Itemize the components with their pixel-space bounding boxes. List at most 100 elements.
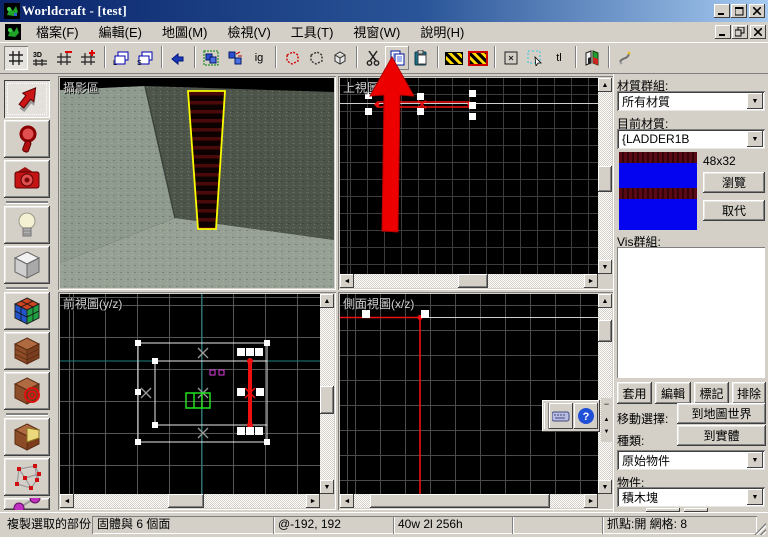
- vertex-tool-button[interactable]: [4, 458, 50, 496]
- chevron-down-icon[interactable]: ▼: [747, 131, 763, 147]
- ignore-groups-button[interactable]: ig: [247, 46, 271, 70]
- maximize-button[interactable]: [731, 4, 747, 18]
- current-texture-value: {LADDER1B: [622, 132, 690, 146]
- toggle-select-handles-button[interactable]: [499, 46, 523, 70]
- viewport-front-label: 前視圖(y/z): [63, 297, 123, 311]
- status-empty-pane: [512, 516, 604, 534]
- texture-group-combo[interactable]: 所有材質 ▼: [617, 91, 765, 111]
- decal-tool-button[interactable]: [4, 372, 50, 410]
- mdi-restore-button[interactable]: [732, 25, 748, 39]
- browse-button[interactable]: 瀏覽: [703, 172, 765, 193]
- menu-map[interactable]: 地圖(M): [152, 20, 218, 44]
- viewport-front[interactable]: 前視圖(y/z) ▲ ▼ ◄ ►: [58, 292, 336, 510]
- scroll-down-icon: ▼: [598, 260, 612, 274]
- to-world-button[interactable]: 到地圖世界: [677, 403, 766, 424]
- vis-edit-button[interactable]: 編輯: [655, 382, 691, 404]
- vis-exclude-button[interactable]: 排除: [732, 382, 766, 404]
- scroll-left-icon: ◄: [60, 494, 74, 508]
- scroll-left-icon: ◄: [340, 274, 354, 288]
- mdi-close-button[interactable]: [750, 25, 766, 39]
- context-help-button[interactable]: ?: [574, 403, 598, 429]
- top-view-vscroll[interactable]: ▲ ▼: [598, 78, 612, 274]
- selection-tool-button[interactable]: [4, 80, 50, 118]
- to-entity-button[interactable]: 到實體: [677, 425, 766, 446]
- resize-grip[interactable]: [754, 523, 766, 535]
- paste-button[interactable]: [409, 46, 433, 70]
- mdi-minimize-button[interactable]: [715, 25, 731, 39]
- top-view-hscroll[interactable]: ◄ ►: [340, 274, 598, 288]
- flip-faces-button[interactable]: [580, 46, 604, 70]
- chevron-down-icon[interactable]: ▼: [747, 452, 763, 468]
- scroll-up-icon: ▲: [598, 78, 612, 92]
- copy-button[interactable]: [385, 46, 409, 70]
- menu-view[interactable]: 檢視(V): [217, 20, 280, 44]
- group-button[interactable]: [199, 46, 223, 70]
- texture-size-label: 48x32: [703, 154, 736, 168]
- copy-icon: [390, 50, 405, 66]
- magnify-tool-button[interactable]: [4, 120, 50, 158]
- close-button[interactable]: [749, 4, 765, 18]
- texture-lock-button[interactable]: tl: [547, 46, 571, 70]
- grid-minus-icon: [57, 51, 72, 65]
- load-window-state-button[interactable]: L: [109, 46, 133, 70]
- front-view-vscroll[interactable]: ▲ ▼: [320, 294, 334, 494]
- magic-wand-icon: [619, 51, 631, 65]
- camera-tool-button[interactable]: [4, 160, 50, 198]
- chevron-down-icon[interactable]: ▼: [747, 489, 763, 505]
- menu-window[interactable]: 視窗(W): [343, 20, 410, 44]
- chevron-down-icon[interactable]: ▼: [747, 93, 763, 109]
- vis-groups-listbox[interactable]: [617, 247, 765, 378]
- front-view-hscroll[interactable]: ◄ ►: [60, 494, 320, 508]
- menu-tools[interactable]: 工具(T): [281, 20, 344, 44]
- title-bar[interactable]: Worldcraft - [test]: [0, 0, 768, 22]
- entity-tool-button[interactable]: [4, 206, 50, 244]
- viewport-camera[interactable]: 攝影區: [58, 76, 336, 290]
- clipping-tool-button[interactable]: [4, 418, 50, 456]
- unhide-all-button[interactable]: [328, 46, 352, 70]
- magenta-marker: [209, 369, 216, 376]
- object-combo[interactable]: 積木塊 ▼: [617, 487, 765, 507]
- vis-mark-button[interactable]: 標記: [694, 382, 729, 404]
- side-view-hscroll[interactable]: ◄ ►: [340, 494, 598, 508]
- scroll-up-icon: ▲: [598, 294, 612, 308]
- toggle-3d-grid-button[interactable]: 3D: [28, 46, 52, 70]
- menu-file[interactable]: 檔案(F): [26, 20, 89, 44]
- texture-application-tool-button[interactable]: [4, 292, 50, 330]
- auto-selection-button[interactable]: [523, 46, 547, 70]
- edit-cordon-button[interactable]: [466, 46, 490, 70]
- ungroup-button[interactable]: [223, 46, 247, 70]
- keyboard-shortcuts-button[interactable]: [549, 403, 573, 429]
- smaller-grid-button[interactable]: [52, 46, 76, 70]
- menu-edit[interactable]: 編輯(E): [89, 20, 152, 44]
- apply-texture-tool-button[interactable]: [4, 332, 50, 370]
- undo-button[interactable]: [166, 46, 190, 70]
- vis-apply-button[interactable]: 套用: [617, 382, 652, 404]
- block-tool-button[interactable]: [4, 246, 50, 284]
- toggle-cordon-button[interactable]: [442, 46, 466, 70]
- larger-grid-button[interactable]: [76, 46, 100, 70]
- menu-bar: 檔案(F) 編輯(E) 地圖(M) 檢視(V) 工具(T) 視窗(W) 說明(H…: [0, 22, 768, 42]
- tiny-scroll-down-icon[interactable]: ▼: [601, 426, 612, 437]
- move-selection-label: 移動選擇:: [617, 412, 669, 426]
- toggle-grid-button[interactable]: [4, 46, 28, 70]
- viewport-camera-label: 攝影區: [63, 81, 100, 95]
- hide-unselected-button[interactable]: [304, 46, 328, 70]
- collapse-button[interactable]: −: [601, 398, 612, 409]
- tiny-scroll-up-icon[interactable]: ▲: [601, 414, 612, 425]
- options-button[interactable]: [613, 46, 637, 70]
- menu-help[interactable]: 說明(H): [410, 20, 474, 44]
- hide-selected-button[interactable]: [280, 46, 304, 70]
- path-tool-button[interactable]: [4, 498, 50, 510]
- save-window-state-button[interactable]: S: [133, 46, 157, 70]
- replace-button[interactable]: 取代: [703, 200, 765, 221]
- category-combo[interactable]: 原始物件 ▼: [617, 450, 765, 470]
- minimize-button[interactable]: [714, 4, 730, 18]
- side-view-vscroll[interactable]: ▲ ▼: [598, 294, 612, 494]
- grid-plus-icon: [81, 50, 95, 65]
- viewport-top[interactable]: 上視圖(x/y) ▲ ▼ ◄ ►: [338, 76, 614, 290]
- cut-button[interactable]: [361, 46, 385, 70]
- current-texture-combo[interactable]: {LADDER1B ▼: [617, 129, 765, 149]
- document-icon[interactable]: [5, 24, 21, 40]
- save-window-state-icon: S: [137, 51, 153, 66]
- cube-icon: [334, 51, 346, 65]
